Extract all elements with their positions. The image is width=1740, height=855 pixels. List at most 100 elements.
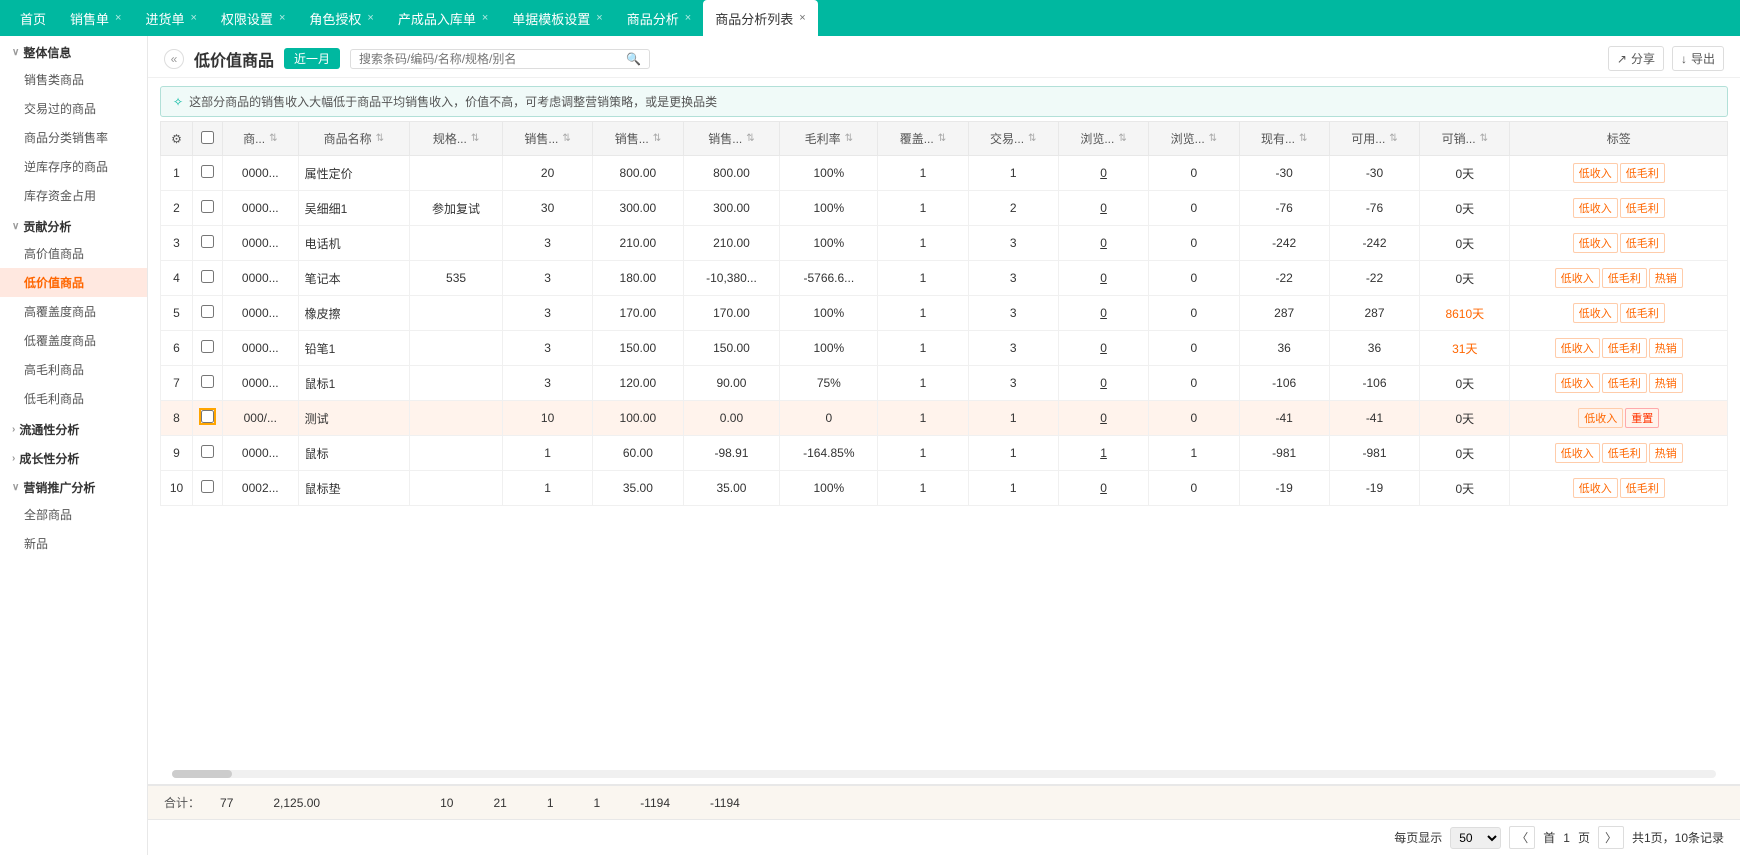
close-icon[interactable]: × xyxy=(685,12,691,24)
select-all-checkbox[interactable] xyxy=(201,131,214,144)
cell-checkbox[interactable] xyxy=(193,296,223,331)
sidebar-item-traded-goods[interactable]: 交易过的商品 xyxy=(0,94,147,123)
sidebar-group-overall[interactable]: ∨整体信息 xyxy=(0,36,147,65)
row-checkbox[interactable] xyxy=(201,445,214,458)
close-icon[interactable]: × xyxy=(596,12,602,24)
close-icon[interactable]: × xyxy=(279,12,285,24)
share-button[interactable]: ↗ 分享 xyxy=(1608,46,1664,71)
cell-view1[interactable]: 0 xyxy=(1058,296,1148,331)
sidebar-item-low-value[interactable]: 低价值商品 xyxy=(0,268,147,297)
col-view2[interactable]: 浏览... ⇅ xyxy=(1149,122,1239,156)
cell-view1[interactable]: 0 xyxy=(1058,331,1148,366)
view1-link[interactable]: 0 xyxy=(1100,306,1107,320)
view1-link[interactable]: 1 xyxy=(1100,446,1107,460)
col-code[interactable]: 商... ⇅ xyxy=(223,122,299,156)
cell-view1[interactable]: 0 xyxy=(1058,261,1148,296)
sidebar-item-high-value[interactable]: 高价值商品 xyxy=(0,239,147,268)
search-input[interactable] xyxy=(359,52,622,66)
nav-tab-sales-order[interactable]: 销售单 × xyxy=(58,0,133,36)
per-page-select[interactable]: 50 20 100 xyxy=(1450,827,1501,849)
sidebar-item-low-margin[interactable]: 低毛利商品 xyxy=(0,384,147,413)
row-checkbox[interactable] xyxy=(201,235,214,248)
sidebar-item-all-goods[interactable]: 全部商品 xyxy=(0,500,147,529)
sidebar-group-growth[interactable]: ›成长性分析 xyxy=(0,442,147,471)
first-page-button[interactable]: 〈 xyxy=(1509,826,1535,849)
close-icon[interactable]: × xyxy=(190,12,196,24)
cell-view1[interactable]: 0 xyxy=(1058,471,1148,506)
col-sales-amount[interactable]: 销售... ⇅ xyxy=(593,122,683,156)
sidebar-item-stock-fund[interactable]: 库存资金占用 xyxy=(0,181,147,210)
cell-checkbox[interactable] xyxy=(193,261,223,296)
cell-checkbox[interactable] xyxy=(193,331,223,366)
view1-link[interactable]: 0 xyxy=(1100,411,1107,425)
cell-checkbox[interactable] xyxy=(193,191,223,226)
col-sales-profit[interactable]: 销售... ⇅ xyxy=(683,122,780,156)
sidebar-item-high-margin[interactable]: 高毛利商品 xyxy=(0,355,147,384)
sidebar-group-marketing[interactable]: ∨营销推广分析 xyxy=(0,471,147,500)
sidebar-item-high-coverage[interactable]: 高覆盖度商品 xyxy=(0,297,147,326)
nav-tab-template-settings[interactable]: 单据模板设置 × xyxy=(500,0,614,36)
row-checkbox[interactable] xyxy=(201,165,214,178)
next-page-button[interactable]: 〉 xyxy=(1598,826,1624,849)
nav-tab-role-auth[interactable]: 角色授权 × xyxy=(297,0,385,36)
col-sales-qty[interactable]: 销售... ⇅ xyxy=(502,122,592,156)
row-checkbox[interactable] xyxy=(201,270,214,283)
col-gross-rate[interactable]: 毛利率 ⇅ xyxy=(780,122,878,156)
sidebar-item-reverse-stock[interactable]: 逆库存序的商品 xyxy=(0,152,147,181)
sidebar-item-low-coverage[interactable]: 低覆盖度商品 xyxy=(0,326,147,355)
nav-tab-product-inbound[interactable]: 产成品入库单 × xyxy=(386,0,500,36)
close-icon[interactable]: × xyxy=(482,12,488,24)
nav-tab-purchase-order[interactable]: 进货单 × xyxy=(133,0,208,36)
horizontal-scrollbar[interactable] xyxy=(148,768,1740,784)
col-coverage[interactable]: 覆盖... ⇅ xyxy=(878,122,968,156)
nav-tab-product-analysis[interactable]: 商品分析 × xyxy=(615,0,703,36)
nav-home[interactable]: 首页 xyxy=(8,0,58,36)
view1-link[interactable]: 0 xyxy=(1100,166,1107,180)
nav-tab-permission-settings[interactable]: 权限设置 × xyxy=(209,0,297,36)
nav-tab-product-analysis-list[interactable]: 商品分析列表 × xyxy=(703,0,817,36)
row-checkbox[interactable] xyxy=(201,340,214,353)
sidebar-item-sales-goods[interactable]: 销售类商品 xyxy=(0,65,147,94)
cell-view1[interactable]: 0 xyxy=(1058,156,1148,191)
sidebar-item-new-goods[interactable]: 新品 xyxy=(0,529,147,558)
cell-checkbox[interactable] xyxy=(193,366,223,401)
cell-checkbox[interactable] xyxy=(193,436,223,471)
view1-link[interactable]: 0 xyxy=(1100,376,1107,390)
row-checkbox[interactable] xyxy=(201,480,214,493)
col-name[interactable]: 商品名称 ⇅ xyxy=(298,122,410,156)
col-spec[interactable]: 规格... ⇅ xyxy=(410,122,503,156)
view1-link[interactable]: 0 xyxy=(1100,201,1107,215)
filter-recent-month-button[interactable]: 近一月 xyxy=(284,48,340,69)
view1-link[interactable]: 0 xyxy=(1100,271,1107,285)
cell-checkbox[interactable] xyxy=(193,226,223,261)
cell-checkbox[interactable] xyxy=(193,471,223,506)
sidebar-collapse-button[interactable]: « xyxy=(164,49,184,69)
col-view1[interactable]: 浏览... ⇅ xyxy=(1058,122,1148,156)
cell-view1[interactable]: 0 xyxy=(1058,191,1148,226)
cell-view1[interactable]: 0 xyxy=(1058,401,1148,436)
col-stock[interactable]: 现有... ⇅ xyxy=(1239,122,1329,156)
sidebar-item-category-sales[interactable]: 商品分类销售率 xyxy=(0,123,147,152)
sidebar-group-circulation[interactable]: ›流通性分析 xyxy=(0,413,147,442)
cell-checkbox[interactable] xyxy=(193,401,223,436)
cell-view1[interactable]: 0 xyxy=(1058,366,1148,401)
cell-view1[interactable]: 0 xyxy=(1058,226,1148,261)
cell-view1[interactable]: 1 xyxy=(1058,436,1148,471)
search-icon[interactable]: 🔍 xyxy=(626,52,641,66)
view1-link[interactable]: 0 xyxy=(1100,481,1107,495)
view1-link[interactable]: 0 xyxy=(1100,236,1107,250)
view1-link[interactable]: 0 xyxy=(1100,341,1107,355)
col-trade[interactable]: 交易... ⇅ xyxy=(968,122,1058,156)
close-icon[interactable]: × xyxy=(367,12,373,24)
table-container[interactable]: ⚙ 商... ⇅ 商品名称 ⇅ 规格... ⇅ 销售... ⇅ 销售... ⇅ … xyxy=(148,121,1740,768)
col-available[interactable]: 可用... ⇅ xyxy=(1329,122,1419,156)
row-checkbox[interactable] xyxy=(201,200,214,213)
close-icon[interactable]: × xyxy=(799,12,805,24)
close-icon[interactable]: × xyxy=(115,12,121,24)
sidebar-group-contribution[interactable]: ∨贡献分析 xyxy=(0,210,147,239)
export-button[interactable]: ↓ 导出 xyxy=(1672,46,1724,71)
row-checkbox[interactable] xyxy=(201,375,214,388)
row-checkbox[interactable] xyxy=(201,305,214,318)
col-sellable[interactable]: 可销... ⇅ xyxy=(1420,122,1510,156)
row-checkbox[interactable] xyxy=(201,410,214,423)
